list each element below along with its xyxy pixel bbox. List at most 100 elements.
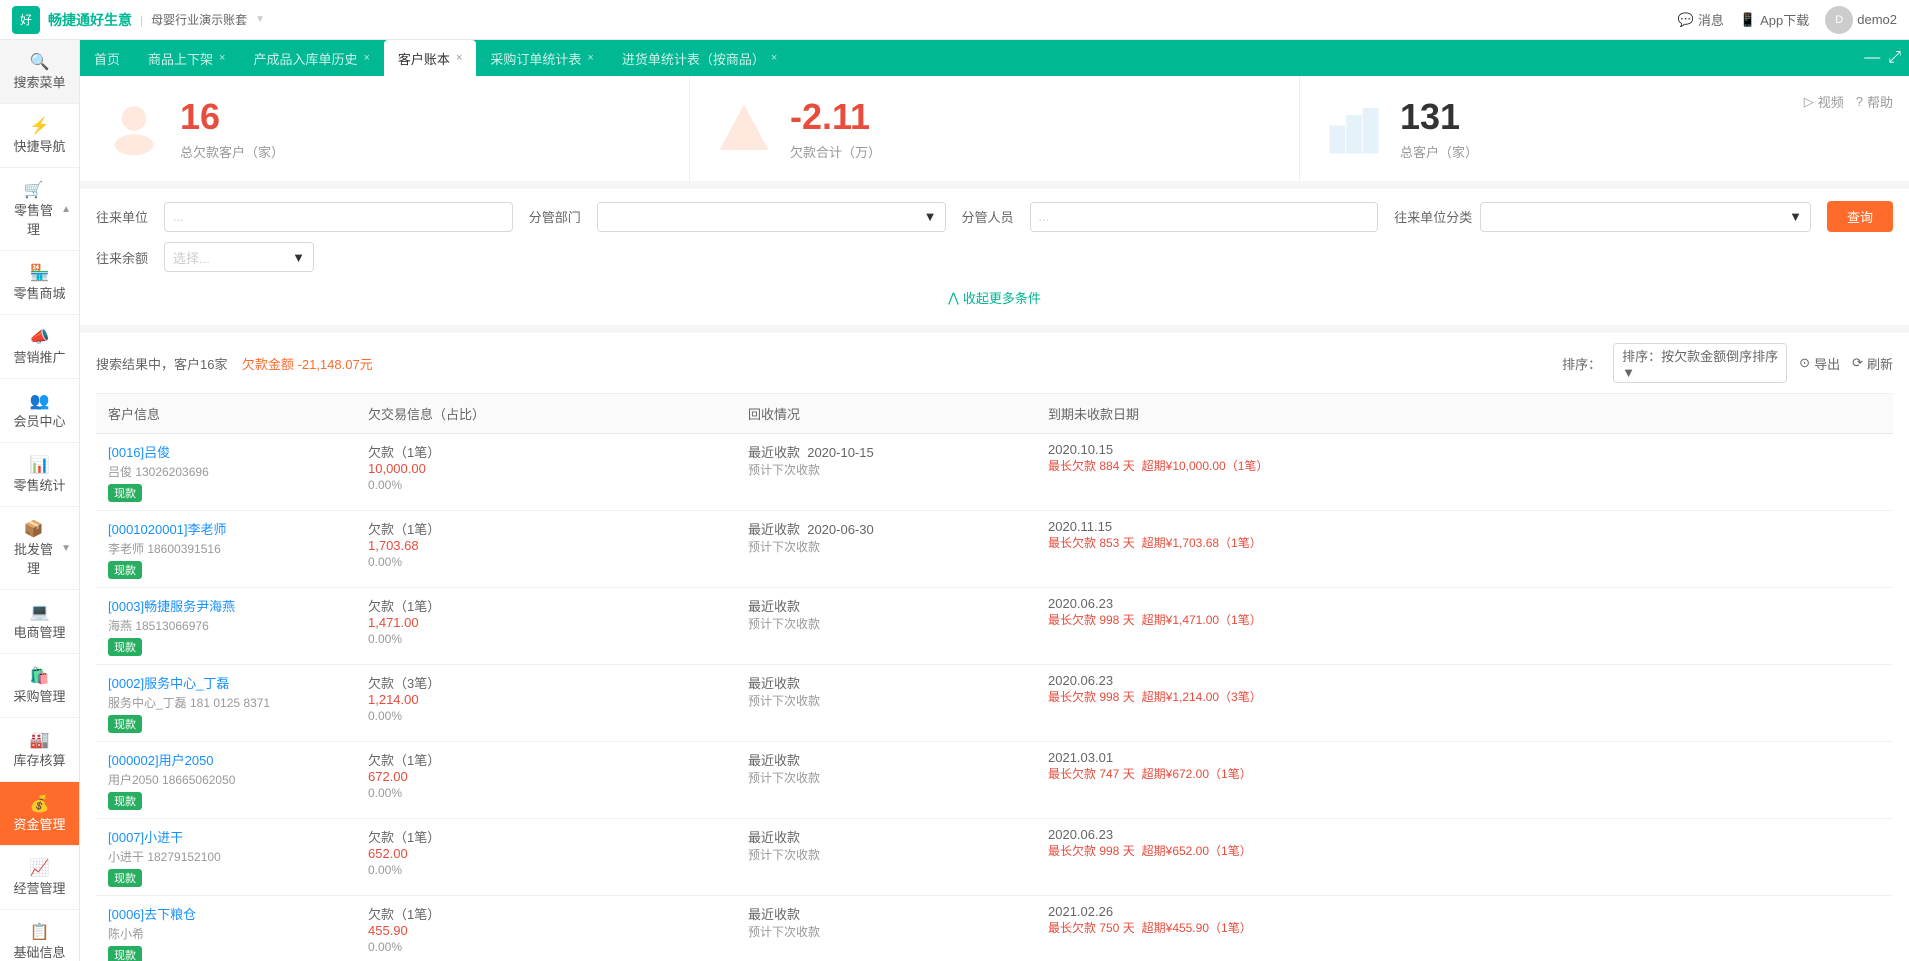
overdue-amount-link[interactable]: 超期¥1,703.68（1笔） <box>1142 536 1262 550</box>
help-btn[interactable]: ? 帮助 <box>1856 92 1893 111</box>
customer-name-link[interactable]: [0016]吕俊 <box>108 442 344 461</box>
customer-name-link[interactable]: [0002]服务中心_丁磊 <box>108 673 344 692</box>
filter-unit-category: 往来单位分类 ▼ <box>1394 202 1811 232</box>
customer-name-link[interactable]: [0006]去下粮仓 <box>108 904 344 923</box>
customer-name-link[interactable]: [0003]畅捷服务尹海燕 <box>108 596 344 615</box>
sidebar-item-batch-mgmt[interactable]: 📦 批发管理 ▼ <box>0 507 79 590</box>
last-collect-label: 最近收款 <box>748 596 1024 615</box>
sidebar-item-search[interactable]: 🔍 搜索菜单 <box>0 40 79 104</box>
search-button[interactable]: 查询 <box>1827 201 1893 232</box>
debt-count: 欠款（1笔） <box>368 519 724 538</box>
unit-category-label: 往来单位分类 <box>1394 207 1472 226</box>
tab-product-listing[interactable]: 商品上下架 × <box>134 40 239 76</box>
due-date: 2020.06.23 <box>1048 596 1881 611</box>
sidebar-item-marketing[interactable]: 📣 营销推广 <box>0 315 79 379</box>
tab-customer-account[interactable]: 客户账本 × <box>384 40 476 76</box>
sidebar: 🔍 搜索菜单 ⚡ 快捷导航 🛒 零售管理 ▲ 🏪 零售商城 📣 营销推广 👥 会… <box>0 40 80 961</box>
payment-tag: 现款 <box>108 946 142 961</box>
sidebar-item-purchase[interactable]: 🛍️ 采购管理 <box>0 654 79 718</box>
overdue-amount-link[interactable]: 超期¥10,000.00（1笔） <box>1142 459 1269 473</box>
next-collect-label: 预计下次收款 <box>748 692 1024 709</box>
debt-amount[interactable]: 1,214.00 <box>368 692 724 707</box>
collection-cell: 最近收款 2020-06-30 预计下次收款 <box>736 511 1036 588</box>
export-btn[interactable]: ⊙ 导出 <box>1799 354 1840 373</box>
overdue-amount-link[interactable]: 超期¥1,214.00（3笔） <box>1142 690 1262 704</box>
debt-count: 欠款（1笔） <box>368 750 724 769</box>
sidebar-item-basic-info[interactable]: 📋 基础信息 <box>0 910 79 961</box>
tab-bar: 首页 商品上下架 × 产成品入库单历史 × 客户账本 × 采购订单统计表 × 进… <box>80 40 1909 76</box>
close-tab-import-stat[interactable]: × <box>771 52 777 64</box>
dept-dropdown-icon: ▼ <box>924 209 937 224</box>
person-input[interactable]: ... <box>1030 202 1379 232</box>
sidebar-item-quick-nav[interactable]: ⚡ 快捷导航 <box>0 104 79 168</box>
refresh-icon: ⟳ <box>1852 355 1863 371</box>
debt-amount[interactable]: 1,703.68 <box>368 538 724 553</box>
sidebar-item-finance[interactable]: 💰 资金管理 <box>0 782 79 846</box>
debt-ratio: 0.00% <box>368 863 724 877</box>
overdue-cell: 2020.06.23 最长欠款 998 天 超期¥1,214.00（3笔） <box>1036 665 1893 742</box>
debt-amount[interactable]: 10,000.00 <box>368 461 724 476</box>
overdue-amount-link[interactable]: 超期¥1,471.00（1笔） <box>1142 613 1262 627</box>
stat-card-total-debt: -2.11 欠款合计（万） <box>690 76 1300 181</box>
debt-info-cell: 欠款（1笔） 1,471.00 0.00% <box>356 588 736 665</box>
customer-info-cell: [0007]小进干 小进干 18279152100 现款 <box>96 819 356 896</box>
sidebar-item-member[interactable]: 👥 会员中心 <box>0 379 79 443</box>
view-video-btn[interactable]: ▷ 视频 <box>1804 92 1844 111</box>
close-tab-customer-account[interactable]: × <box>456 52 462 64</box>
sort-select[interactable]: 排序：按欠款金额倒序排序 ▼ <box>1613 343 1787 383</box>
debt-info-cell: 欠款（1笔） 652.00 0.00% <box>356 819 736 896</box>
app-download-btn[interactable]: 📱 App下载 <box>1740 10 1809 29</box>
overdue-amount-link[interactable]: 超期¥652.00（1笔） <box>1142 844 1252 858</box>
sidebar-item-retail-mgmt[interactable]: 🛒 零售管理 ▲ <box>0 168 79 251</box>
tab-purchase-order-stat[interactable]: 采购订单统计表 × <box>476 40 607 76</box>
overdue-cell: 2020.06.23 最长欠款 998 天 超期¥1,471.00（1笔） <box>1036 588 1893 665</box>
sidebar-item-operation[interactable]: 📈 经营管理 <box>0 846 79 910</box>
sidebar-item-retail-stat[interactable]: 📊 零售统计 <box>0 443 79 507</box>
last-collect-label: 最近收款 <box>748 904 1024 923</box>
tab-production-history[interactable]: 产成品入库单历史 × <box>239 40 383 76</box>
customer-name-link[interactable]: [0007]小进干 <box>108 827 344 846</box>
payment-tag: 现款 <box>108 715 142 733</box>
from-unit-input[interactable]: ... <box>164 202 513 232</box>
debt-amount[interactable]: 652.00 <box>368 846 724 861</box>
overdue-amount-link[interactable]: 超期¥672.00（1笔） <box>1142 767 1252 781</box>
debt-amount[interactable]: 455.90 <box>368 923 724 938</box>
message-btn[interactable]: 💬 消息 <box>1678 10 1724 29</box>
filter-row-2: 往来余额 选择... ▼ <box>96 242 1893 272</box>
collapse-filter-btn[interactable]: ⋀ 收起更多条件 <box>96 282 1893 313</box>
stat-info-debt: -2.11 欠款合计（万） <box>790 96 1275 161</box>
dept-label: 分管部门 <box>529 207 589 226</box>
next-collect-label: 预计下次收款 <box>748 923 1024 940</box>
overdue-days: 最长欠款 853 天 超期¥1,703.68（1笔） <box>1048 534 1881 551</box>
close-tab-purchase-order-stat[interactable]: × <box>587 52 593 64</box>
customer-name-link[interactable]: [000002]用户2050 <box>108 750 344 769</box>
last-collect-label: 最近收款 2020-06-30 <box>748 519 1024 538</box>
user-avatar[interactable]: D demo2 <box>1825 6 1897 34</box>
sidebar-item-inventory[interactable]: 🏭 库存核算 <box>0 718 79 782</box>
customer-name-link[interactable]: [0001020001]李老师 <box>108 519 344 538</box>
sidebar-item-ecommerce[interactable]: 💻 电商管理 <box>0 590 79 654</box>
close-tab-production-history[interactable]: × <box>363 52 369 64</box>
tab-home[interactable]: 首页 <box>80 40 134 76</box>
sidebar-item-retail-mall[interactable]: 🏪 零售商城 <box>0 251 79 315</box>
col-header-collection: 回收情况 <box>736 394 1036 434</box>
customer-contact: 海燕 18513066976 <box>108 617 344 634</box>
refresh-btn[interactable]: ⟳ 刷新 <box>1852 354 1893 373</box>
filter-row-1: 往来单位 ... 分管部门 ▼ 分管人员 <box>96 201 1893 232</box>
debt-amount[interactable]: 672.00 <box>368 769 724 784</box>
balance-select[interactable]: 选择... ▼ <box>164 242 314 272</box>
close-tab-product-listing[interactable]: × <box>219 52 225 64</box>
tab-expand-icon[interactable]: ⤢ <box>1888 49 1901 67</box>
video-icon: ▷ <box>1804 94 1814 110</box>
dept-input[interactable]: ▼ <box>597 202 946 232</box>
overdue-days: 最长欠款 998 天 超期¥1,214.00（3笔） <box>1048 688 1881 705</box>
unit-category-input[interactable]: ▼ <box>1480 202 1811 232</box>
debt-amount[interactable]: 1,471.00 <box>368 615 724 630</box>
tab-import-stat[interactable]: 进货单统计表（按商品） × <box>608 40 791 76</box>
overdue-amount-link[interactable]: 超期¥455.90（1笔） <box>1142 921 1252 935</box>
tab-minimize-icon[interactable]: — <box>1864 49 1880 67</box>
page-content: 16 总欠款客户（家） -2.11 欠款合计（万） <box>80 76 1909 961</box>
customer-contact: 吕俊 13026203696 <box>108 463 344 480</box>
debt-count: 欠款（1笔） <box>368 596 724 615</box>
next-collect-label: 预计下次收款 <box>748 538 1024 555</box>
